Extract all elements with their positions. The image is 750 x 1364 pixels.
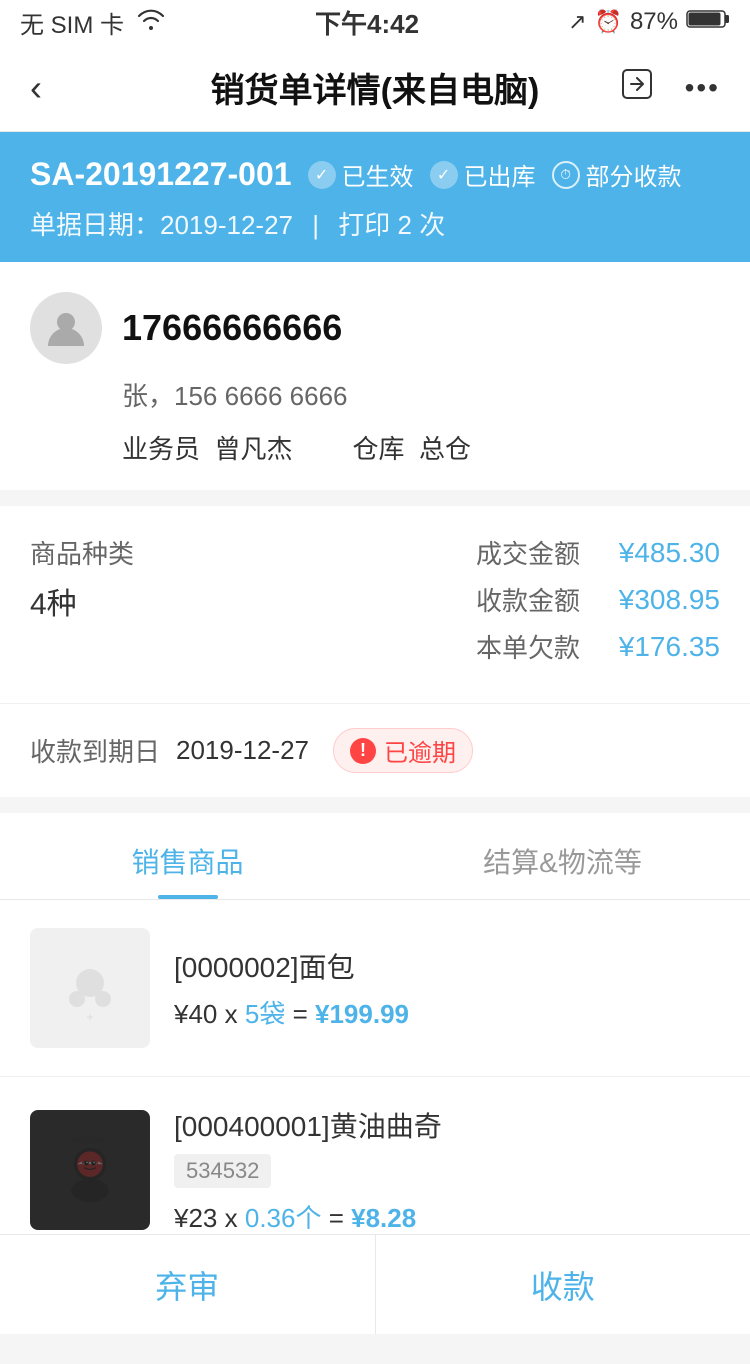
product-item: + [0000002]面包 ¥40 x 5袋 = ¥199.99 xyxy=(0,900,750,1077)
received-line: 收款金额 ¥308.95 xyxy=(476,581,720,618)
cancel-review-button[interactable]: 弃审 xyxy=(0,1235,376,1334)
due-section: 收款到期日 2019-12-27 ! 已逾期 xyxy=(0,703,750,797)
header-order-row: SA-20191227-001 ✓ 已生效 ✓ 已出库 ⏱ 部分收款 xyxy=(30,156,720,193)
status-right: ↗ ⏰ 87% xyxy=(568,8,730,37)
status-shipped-label: 已出库 xyxy=(464,157,536,192)
bottom-bar: 弃审 收款 xyxy=(0,1234,750,1334)
amount-value: ¥485.30 xyxy=(600,537,720,569)
summary-right: 成交金额 ¥485.30 收款金额 ¥308.95 本单欠款 ¥176.35 xyxy=(476,534,720,675)
summary-section: 商品种类 4种 成交金额 ¥485.30 收款金额 ¥308.95 本单欠款 ¥… xyxy=(0,506,750,703)
product-name-1: [0000002]面包 xyxy=(174,946,720,986)
summary-left: 商品种类 4种 xyxy=(30,534,134,623)
type-label: 商品种类 xyxy=(30,534,134,571)
status-effective: ✓ 已生效 xyxy=(308,157,414,192)
overdue-icon: ! xyxy=(350,738,376,764)
status-left: 无 SIM 卡 xyxy=(20,5,166,40)
product-name-2: [000400001]黄油曲奇 xyxy=(174,1105,720,1145)
summary-row: 商品种类 4种 成交金额 ¥485.30 收款金额 ¥308.95 本单欠款 ¥… xyxy=(30,534,720,675)
check-shipped-icon: ✓ xyxy=(430,161,458,189)
received-label: 收款金额 xyxy=(476,581,580,618)
customer-row: 17666666666 xyxy=(30,292,720,364)
status-time: 下午4:42 xyxy=(315,4,419,41)
overdue-badge: ! 已逾期 xyxy=(333,728,473,773)
back-button[interactable]: ‹ xyxy=(30,67,90,109)
product-info-2: [000400001]黄油曲奇 534532 ¥23 x 0.36个 = ¥8.… xyxy=(174,1105,720,1235)
status-effective-label: 已生效 xyxy=(342,157,414,192)
battery-icon xyxy=(686,8,730,37)
status-partial-label: 部分收款 xyxy=(586,157,682,192)
product-price-2: ¥23 x 0.36个 = ¥8.28 xyxy=(174,1198,720,1235)
customer-phone: 17666666666 xyxy=(122,307,342,349)
customer-meta: 业务员 曾凡杰 仓库 总仓 xyxy=(122,429,720,466)
tab-settlement[interactable]: 结算&物流等 xyxy=(375,813,750,899)
due-label: 收款到期日 xyxy=(30,732,160,769)
product-thumb-2 xyxy=(30,1110,150,1230)
header-band: SA-20191227-001 ✓ 已生效 ✓ 已出库 ⏱ 部分收款 单据日期：… xyxy=(0,132,750,262)
svg-text:+: + xyxy=(86,1010,93,1023)
location-icon: ↗ xyxy=(568,9,586,35)
nav-bar: ‹ 销货单详情(来自电脑) ••• xyxy=(0,44,750,132)
debt-label: 本单欠款 xyxy=(476,628,580,665)
divider-1 xyxy=(0,490,750,506)
product-list: + [0000002]面包 ¥40 x 5袋 = ¥199.99 xyxy=(0,900,750,1264)
clock-icon: ⏱ xyxy=(552,161,580,189)
status-bar: 无 SIM 卡 下午4:42 ↗ ⏰ 87% xyxy=(0,0,750,44)
wifi-icon xyxy=(136,8,166,37)
warehouse-meta: 仓库 总仓 xyxy=(352,429,470,466)
battery-label: 87% xyxy=(630,8,678,36)
product-price-1: ¥40 x 5袋 = ¥199.99 xyxy=(174,994,720,1031)
type-value: 4种 xyxy=(30,579,134,623)
sales-meta: 业务员 曾凡杰 xyxy=(122,429,292,466)
received-value: ¥308.95 xyxy=(600,584,720,616)
tab-products[interactable]: 销售商品 xyxy=(0,813,375,899)
tabs-bar: 销售商品 结算&物流等 xyxy=(0,813,750,900)
carrier-label: 无 SIM 卡 xyxy=(20,5,124,40)
alarm-icon: ⏰ xyxy=(595,9,622,35)
divider-2 xyxy=(0,797,750,813)
due-date: 2019-12-27 xyxy=(176,735,309,766)
overdue-text: 已逾期 xyxy=(384,733,456,768)
amount-label: 成交金额 xyxy=(476,534,580,571)
header-date: 单据日期：2019-12-27 | 打印 2 次 xyxy=(30,205,720,242)
avatar xyxy=(30,292,102,364)
order-id: SA-20191227-001 xyxy=(30,156,292,193)
share-icon[interactable] xyxy=(619,66,655,109)
collect-button[interactable]: 收款 xyxy=(376,1235,750,1334)
nav-right-icons: ••• xyxy=(619,66,720,109)
product-thumb-1: + xyxy=(30,928,150,1048)
more-icon[interactable]: ••• xyxy=(685,72,720,104)
debt-line: 本单欠款 ¥176.35 xyxy=(476,628,720,665)
customer-contact: 张，156 6666 6666 xyxy=(122,376,720,413)
status-partial: ⏱ 部分收款 xyxy=(552,157,682,192)
amount-line: 成交金额 ¥485.30 xyxy=(476,534,720,571)
product-sku-2: 534532 xyxy=(174,1154,271,1188)
debt-value: ¥176.35 xyxy=(600,631,720,663)
status-shipped: ✓ 已出库 xyxy=(430,157,536,192)
page-title: 销货单详情(来自电脑) xyxy=(211,63,540,112)
check-effective-icon: ✓ xyxy=(308,161,336,189)
product-info-1: [0000002]面包 ¥40 x 5袋 = ¥199.99 xyxy=(174,946,720,1031)
customer-section: 17666666666 张，156 6666 6666 业务员 曾凡杰 仓库 总… xyxy=(0,262,750,490)
